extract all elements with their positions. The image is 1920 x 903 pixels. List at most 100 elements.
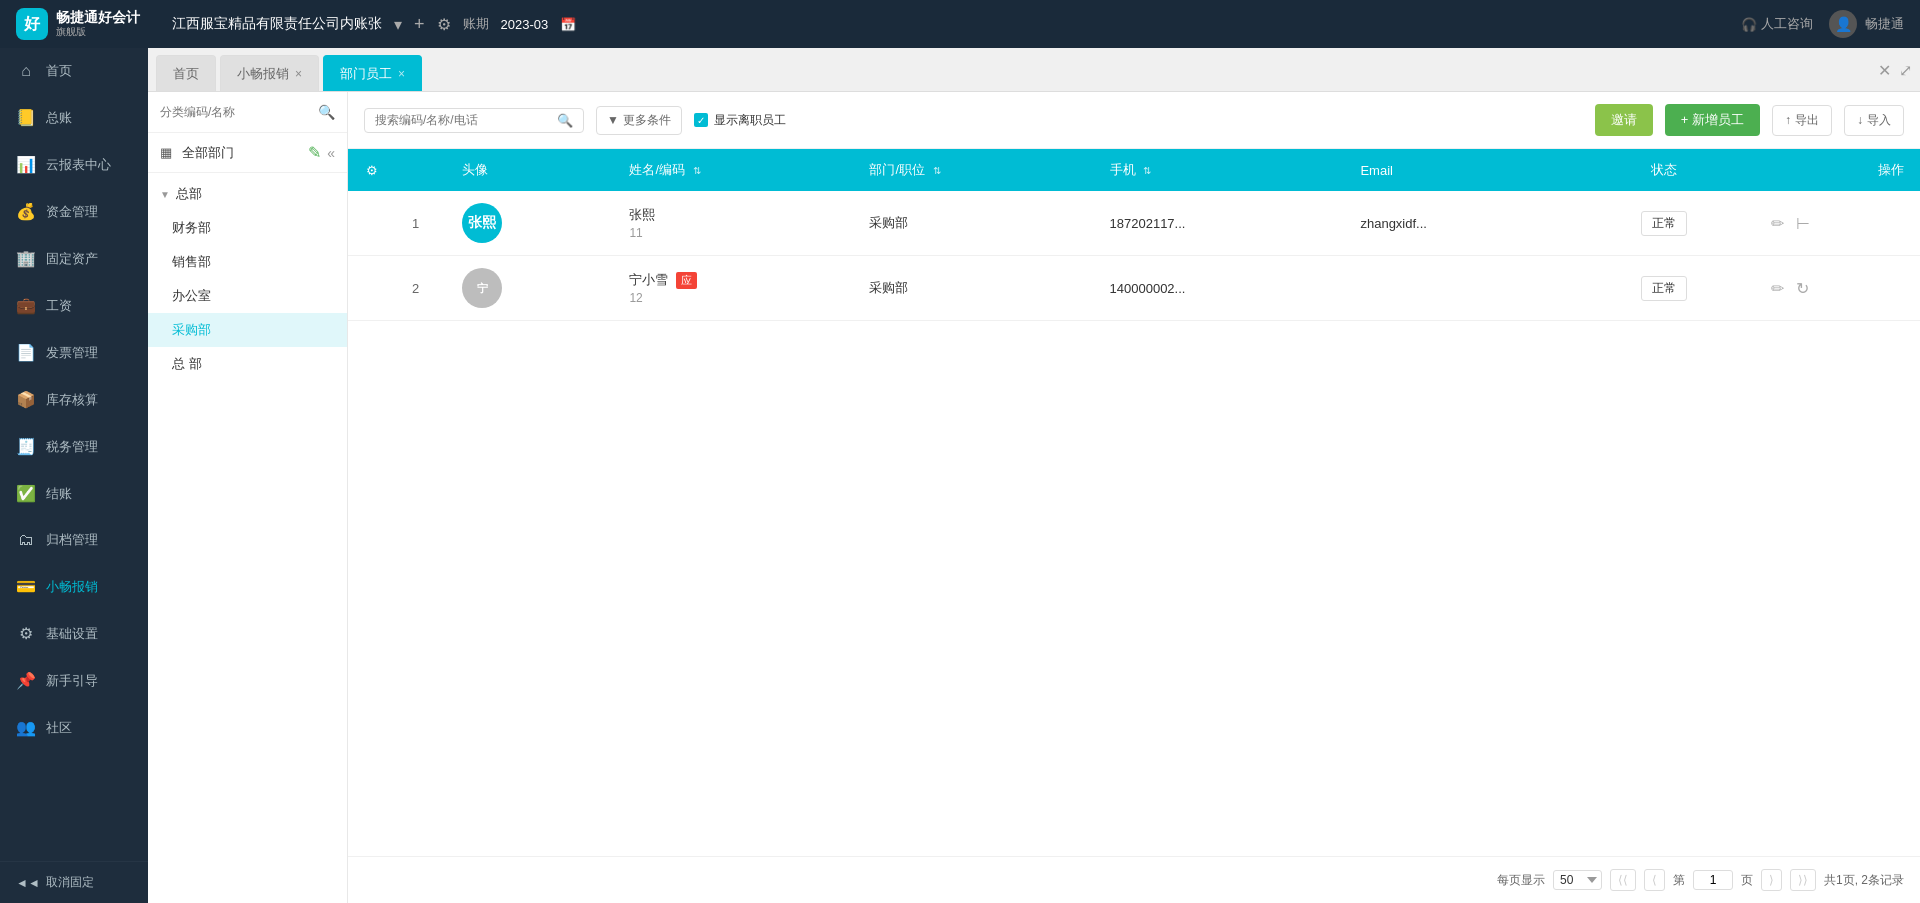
- col-header-status: 状态: [1573, 149, 1754, 191]
- first-page-button[interactable]: ⟨⟨: [1610, 869, 1636, 891]
- next-page-button[interactable]: ⟩: [1761, 869, 1782, 891]
- tab-employee-label: 部门员工: [340, 65, 392, 83]
- user-area[interactable]: 👤 畅捷通: [1829, 10, 1904, 38]
- dept-item-purchase[interactable]: 采购部: [148, 313, 347, 347]
- company-dropdown-button[interactable]: ▾: [394, 15, 402, 34]
- sidebar-item-invoice[interactable]: 📄 发票管理: [0, 329, 148, 376]
- sidebar-label-guide: 新手引导: [46, 672, 98, 690]
- col-header-email: Email: [1344, 149, 1573, 191]
- reports-icon: 📊: [16, 155, 36, 174]
- sidebar-label-community: 社区: [46, 719, 72, 737]
- add-employee-button[interactable]: + 新增员工: [1665, 104, 1760, 136]
- dept-item-sales[interactable]: 销售部: [148, 245, 347, 279]
- sidebar-item-community[interactable]: 👥 社区: [0, 704, 148, 751]
- employee-search-input[interactable]: [375, 113, 551, 127]
- search-icon[interactable]: 🔍: [557, 113, 573, 128]
- period-value: 2023-03: [501, 17, 549, 32]
- tab-expense-close[interactable]: ×: [295, 67, 302, 81]
- col-header-name[interactable]: 姓名/编码 ⇅: [613, 149, 853, 191]
- dept-label-office: 办公室: [172, 287, 211, 305]
- dept-panel: 🔍 ▦ 全部部门 ✎ « ▼ 总部 财务部: [148, 92, 348, 903]
- col-header-settings[interactable]: ⚙: [348, 149, 396, 191]
- app-logo-icon: 好: [16, 8, 48, 40]
- add-company-button[interactable]: +: [414, 14, 425, 35]
- salary-icon: 💼: [16, 296, 36, 315]
- dept-search-icon[interactable]: 🔍: [318, 104, 335, 120]
- sidebar-label-home: 首页: [46, 62, 72, 80]
- dept-search-input[interactable]: [160, 105, 312, 119]
- sidebar-item-reports[interactable]: 📊 云报表中心: [0, 141, 148, 188]
- sidebar-item-inventory[interactable]: 📦 库存核算: [0, 376, 148, 423]
- sidebar-item-ledger[interactable]: 📒 总账: [0, 94, 148, 141]
- dept-collapse-button[interactable]: «: [327, 145, 335, 161]
- dept-item-general[interactable]: 总 部: [148, 347, 347, 381]
- calendar-icon[interactable]: 📅: [560, 17, 576, 32]
- tab-bar-actions: ✕ ⤢: [1878, 60, 1912, 79]
- import-button[interactable]: ↓ 导入: [1844, 105, 1904, 136]
- page-content: 🔍 ▦ 全部部门 ✎ « ▼ 总部 财务部: [148, 92, 1920, 903]
- sidebar-label-reports: 云报表中心: [46, 156, 111, 174]
- employee-table-container: ⚙ 头像 姓名/编码 ⇅ 部门/职位 ⇅ 手机 ⇅ Email 状态 操作: [348, 149, 1920, 856]
- archive-icon: 🗂: [16, 531, 36, 549]
- sidebar-item-guide[interactable]: 📌 新手引导: [0, 657, 148, 704]
- sidebar-item-assets[interactable]: 🏢 固定资产: [0, 235, 148, 282]
- sidebar-label-invoice: 发票管理: [46, 344, 98, 362]
- per-page-select[interactable]: 50 10 20 100: [1553, 870, 1602, 890]
- capital-icon: 💰: [16, 202, 36, 221]
- page-number-input[interactable]: [1693, 870, 1733, 890]
- unpin-label: 取消固定: [46, 874, 94, 891]
- sidebar-item-tax[interactable]: 🧾 税务管理: [0, 423, 148, 470]
- home-icon: ⌂: [16, 62, 36, 80]
- invite-button[interactable]: 邀请: [1595, 104, 1653, 136]
- dept-item-office[interactable]: 办公室: [148, 279, 347, 313]
- dept-header: ▦ 全部部门 ✎ «: [148, 133, 347, 173]
- app-name: 畅捷通好会计: [56, 9, 140, 26]
- sidebar-item-archive[interactable]: 🗂 归档管理: [0, 517, 148, 563]
- edit-icon-row2[interactable]: ✏: [1771, 279, 1784, 298]
- logout-icon-row1[interactable]: ⊢: [1796, 214, 1810, 233]
- export-button[interactable]: ↑ 导出: [1772, 105, 1832, 136]
- col-header-phone[interactable]: 手机 ⇅: [1094, 149, 1345, 191]
- row2-status: 正常: [1573, 256, 1754, 321]
- close-tab-button[interactable]: ✕: [1878, 60, 1891, 79]
- col-header-num: [396, 149, 446, 191]
- sidebar-item-salary[interactable]: 💼 工资: [0, 282, 148, 329]
- sidebar-unpin-button[interactable]: ◄◄ 取消固定: [0, 861, 148, 903]
- refresh-icon-row2[interactable]: ↻: [1796, 279, 1809, 298]
- edit-icon-row1[interactable]: ✏: [1771, 214, 1784, 233]
- main-layout: ⌂ 首页 📒 总账 📊 云报表中心 💰 资金管理 🏢 固定资产 💼 工资 📄 发…: [0, 48, 1920, 903]
- row1-dept: 采购部: [853, 191, 1093, 256]
- expense-icon: 💳: [16, 577, 36, 596]
- row2-email: [1344, 256, 1573, 321]
- row2-name: 宁小雪 应: [629, 271, 837, 289]
- employee-search-box: 🔍: [364, 108, 584, 133]
- row2-avatar: 宁: [446, 256, 613, 321]
- dept-edit-button[interactable]: ✎: [308, 143, 321, 162]
- tab-employee-close[interactable]: ×: [398, 67, 405, 81]
- col-header-avatar: 头像: [446, 149, 613, 191]
- headset-icon: 🎧: [1741, 17, 1757, 32]
- sidebar-item-settings[interactable]: ⚙ 基础设置: [0, 610, 148, 657]
- dept-item-head[interactable]: ▼ 总部: [148, 177, 347, 211]
- ledger-icon: 📒: [16, 108, 36, 127]
- last-page-button[interactable]: ⟩⟩: [1790, 869, 1816, 891]
- export-icon: ↑: [1785, 113, 1791, 127]
- unpin-icon: ◄◄: [16, 876, 40, 890]
- header-settings-button[interactable]: ⚙: [437, 15, 451, 34]
- sidebar-item-expense[interactable]: 💳 小畅报销: [0, 563, 148, 610]
- expand-tab-button[interactable]: ⤢: [1899, 60, 1912, 79]
- tab-home[interactable]: 首页: [156, 55, 216, 91]
- service-button[interactable]: 🎧 人工咨询: [1741, 15, 1813, 33]
- sidebar-item-home[interactable]: ⌂ 首页: [0, 48, 148, 94]
- prev-page-button[interactable]: ⟨: [1644, 869, 1665, 891]
- more-filter-button[interactable]: ▼ 更多条件: [596, 106, 682, 135]
- sidebar-item-capital[interactable]: 💰 资金管理: [0, 188, 148, 235]
- col-header-dept[interactable]: 部门/职位 ⇅: [853, 149, 1093, 191]
- assets-icon: 🏢: [16, 249, 36, 268]
- tab-expense[interactable]: 小畅报销 ×: [220, 55, 319, 91]
- sidebar-item-closing[interactable]: ✅ 结账: [0, 470, 148, 517]
- export-label: 导出: [1795, 112, 1819, 129]
- tab-employee[interactable]: 部门员工 ×: [323, 55, 422, 91]
- show-resigned-toggle[interactable]: ✓ 显示离职员工: [694, 112, 786, 129]
- dept-item-finance[interactable]: 财务部: [148, 211, 347, 245]
